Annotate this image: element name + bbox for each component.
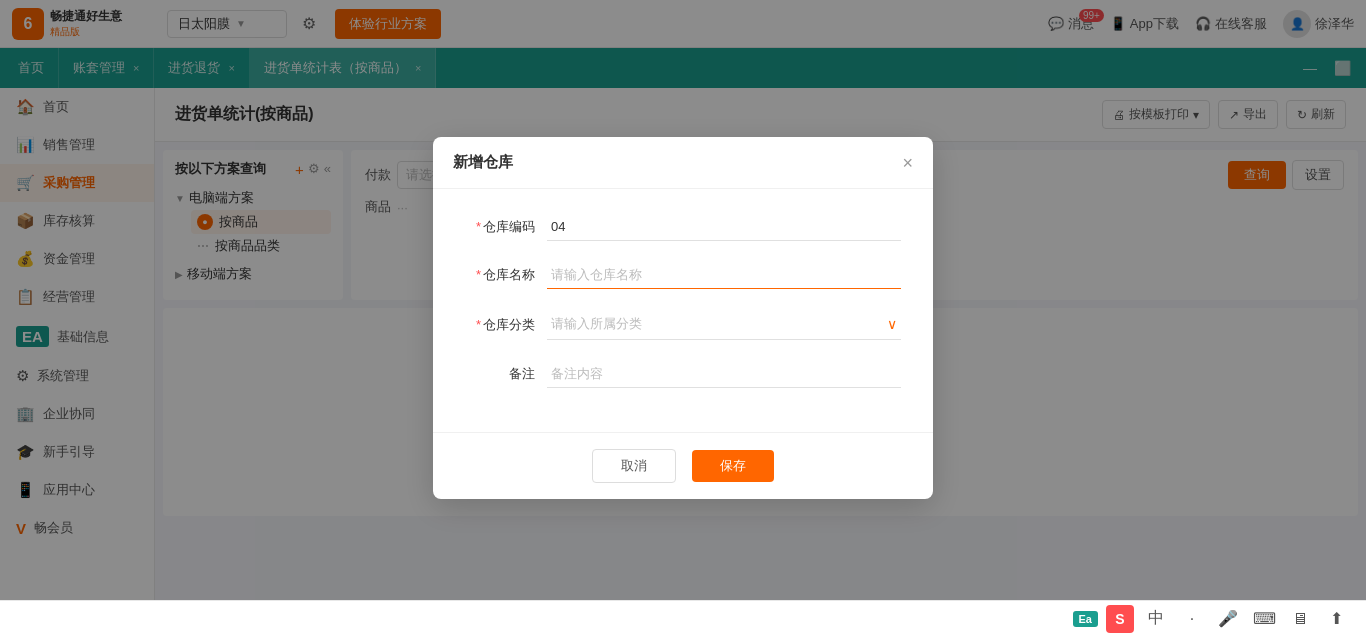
category-label: *仓库分类: [465, 316, 535, 334]
dot-icon[interactable]: ·: [1178, 605, 1206, 633]
form-row-remark: 备注: [465, 360, 901, 388]
status-icons: Ea S 中 · 🎤 ⌨ 🖥 ⬆: [1073, 605, 1350, 633]
modal-new-warehouse: 新增仓库 × *仓库编码 *仓库名称 *仓库分类: [433, 137, 933, 499]
chinese-icon[interactable]: 中: [1142, 605, 1170, 633]
display-icon[interactable]: 🖥: [1286, 605, 1314, 633]
modal-header: 新增仓库 ×: [433, 137, 933, 189]
form-row-category: *仓库分类 请输入所属分类 ∨: [465, 309, 901, 340]
s-logo-icon[interactable]: S: [1106, 605, 1134, 633]
name-input[interactable]: [547, 261, 901, 289]
mic-icon[interactable]: 🎤: [1214, 605, 1242, 633]
modal-close-icon[interactable]: ×: [902, 154, 913, 172]
form-row-code: *仓库编码: [465, 213, 901, 241]
remark-input[interactable]: [547, 360, 901, 388]
keyboard-icon[interactable]: ⌨: [1250, 605, 1278, 633]
ea-badge: Ea: [1073, 611, 1098, 627]
category-select[interactable]: 请输入所属分类 ∨: [547, 309, 901, 340]
modal-title: 新增仓库: [453, 153, 513, 172]
name-label: *仓库名称: [465, 266, 535, 284]
modal-body: *仓库编码 *仓库名称 *仓库分类 请输入所属分类 ∨: [433, 189, 933, 432]
category-arrow: ∨: [887, 316, 897, 332]
status-bar: Ea S 中 · 🎤 ⌨ 🖥 ⬆: [0, 600, 1366, 636]
save-button[interactable]: 保存: [692, 450, 774, 482]
modal-footer: 取消 保存: [433, 432, 933, 499]
upload-icon[interactable]: ⬆: [1322, 605, 1350, 633]
modal-overlay: 新增仓库 × *仓库编码 *仓库名称 *仓库分类: [0, 0, 1366, 636]
category-placeholder: 请输入所属分类: [551, 315, 642, 333]
code-label: *仓库编码: [465, 218, 535, 236]
code-input[interactable]: [547, 213, 901, 241]
form-row-name: *仓库名称: [465, 261, 901, 289]
remark-label: 备注: [465, 365, 535, 383]
cancel-button[interactable]: 取消: [592, 449, 676, 483]
